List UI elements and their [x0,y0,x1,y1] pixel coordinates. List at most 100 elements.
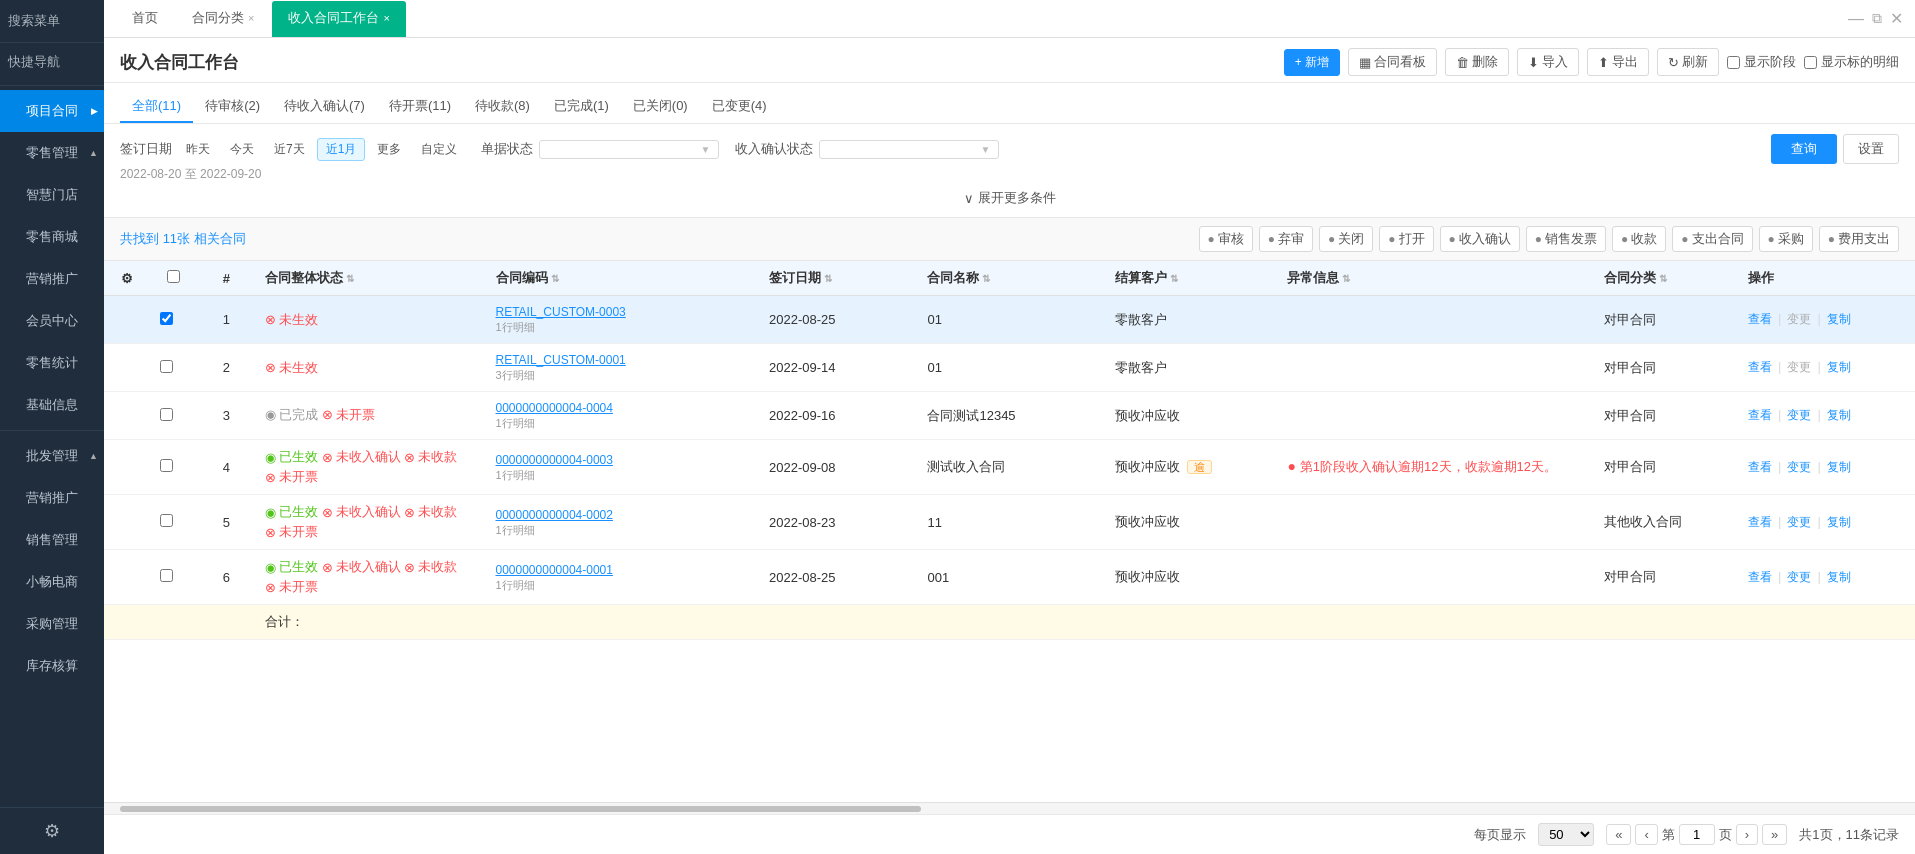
page-size-select[interactable]: 10 20 50 100 [1538,823,1594,846]
td-check-5[interactable] [150,495,198,550]
filter-tab-pending-review[interactable]: 待审核(2) [193,91,272,123]
horizontal-scrollbar[interactable] [104,802,1915,814]
copy-btn-5[interactable]: 复制 [1827,514,1851,531]
code-link-6[interactable]: 0000000000004-0001 [496,563,613,577]
refresh-button[interactable]: ↻ 刷新 [1657,48,1719,76]
sidebar-item-retail-mall[interactable]: 零售商城 [0,216,104,258]
edit-btn-2[interactable]: 变更 [1787,359,1811,376]
code-link-2[interactable]: RETAIL_CUSTOM-0001 [496,353,626,367]
sidebar-item-purchase-mgmt[interactable]: 采购管理 [0,603,104,645]
th-customer-sort[interactable]: 结算客户 ⇅ [1115,269,1178,287]
copy-btn-2[interactable]: 复制 [1827,359,1851,376]
th-name-sort[interactable]: 合同名称 ⇅ [927,269,990,287]
sales-invoice-button[interactable]: ● 销售发票 [1526,226,1606,252]
import-button[interactable]: ⬇ 导入 [1517,48,1579,76]
td-check-4[interactable] [150,440,198,495]
edit-btn-1[interactable]: 变更 [1787,311,1811,328]
row-checkbox-6[interactable] [160,569,173,582]
row-checkbox-5[interactable] [160,514,173,527]
code-link-1[interactable]: RETAIL_CUSTOM-0003 [496,305,626,319]
purchase-button[interactable]: ● 采购 [1759,226,1813,252]
td-check-1[interactable] [150,296,198,344]
tab-close-contract-category[interactable]: × [248,12,254,24]
view-btn-1[interactable]: 查看 [1748,311,1772,328]
last-page-button[interactable]: » [1762,824,1787,845]
th-code-sort[interactable]: 合同编码 ⇅ [496,269,559,287]
tab-contract-category[interactable]: 合同分类 × [176,1,270,37]
edit-btn-6[interactable]: 变更 [1787,569,1811,586]
view-btn-4[interactable]: 查看 [1748,459,1772,476]
td-check-6[interactable] [150,550,198,605]
page-number-input[interactable] [1679,824,1715,845]
td-check-3[interactable] [150,392,198,440]
sidebar-item-retail-stats[interactable]: 零售统计 [0,342,104,384]
income-confirm-select[interactable]: ▼ [819,140,999,159]
date-btn-today[interactable]: 今天 [222,139,262,160]
view-btn-3[interactable]: 查看 [1748,407,1772,424]
abandon-button[interactable]: ● 弃审 [1259,226,1313,252]
row-checkbox-3[interactable] [160,408,173,421]
sidebar-item-basic-info[interactable]: 基础信息 [0,384,104,426]
review-button[interactable]: ● 审核 [1199,226,1253,252]
th-error-sort[interactable]: 异常信息 ⇅ [1287,269,1350,287]
copy-btn-3[interactable]: 复制 [1827,407,1851,424]
edit-btn-5[interactable]: 变更 [1787,514,1811,531]
show-mark-checkbox-label[interactable]: 显示标的明细 [1804,53,1899,71]
close-window-icon[interactable]: ✕ [1890,9,1903,28]
income-confirm-button[interactable]: ● 收入确认 [1440,226,1520,252]
sidebar-item-project[interactable]: 项目合同 ▶ [0,90,104,132]
tab-income-contract[interactable]: 收入合同工作台 × [272,1,405,37]
fee-out-button[interactable]: ● 费用支出 [1819,226,1899,252]
export-button[interactable]: ⬆ 导出 [1587,48,1649,76]
minimize-icon[interactable]: — [1848,10,1864,28]
date-btn-custom[interactable]: 自定义 [413,139,465,160]
expense-out-button[interactable]: ● 支出合同 [1672,226,1752,252]
expand-conditions-button[interactable]: ∨ 展开更多条件 [964,189,1056,207]
date-btn-more[interactable]: 更多 [369,139,409,160]
tab-home[interactable]: 首页 [116,1,174,37]
filter-tab-closed[interactable]: 已关闭(0) [621,91,700,123]
td-check-2[interactable] [150,344,198,392]
sidebar-settings[interactable]: ⚙ [0,807,104,854]
th-status-sort[interactable]: 合同整体状态 ⇅ [265,269,354,287]
date-btn-7days[interactable]: 近7天 [266,139,313,160]
date-btn-yesterday[interactable]: 昨天 [178,139,218,160]
sidebar-quick-nav[interactable]: 快捷导航 [0,43,104,81]
document-status-select[interactable]: ▼ [539,140,719,159]
set-button[interactable]: 设置 [1843,134,1899,164]
maximize-icon[interactable]: ⧉ [1872,10,1882,27]
select-all-checkbox[interactable] [167,270,180,283]
sidebar-item-marketing[interactable]: 营销推广 [0,258,104,300]
filter-tab-pending-income-confirm[interactable]: 待收入确认(7) [272,91,377,123]
filter-tab-all[interactable]: 全部(11) [120,91,193,123]
sidebar-item-smart-store[interactable]: 智慧门店 [0,174,104,216]
query-button[interactable]: 查询 [1771,134,1837,164]
code-link-3[interactable]: 0000000000004-0004 [496,401,613,415]
view-btn-6[interactable]: 查看 [1748,569,1772,586]
row-checkbox-1[interactable] [160,312,173,325]
delete-button[interactable]: 🗑 删除 [1445,48,1509,76]
copy-btn-6[interactable]: 复制 [1827,569,1851,586]
edit-btn-4[interactable]: 变更 [1787,459,1811,476]
filter-tab-pending-payment[interactable]: 待收款(8) [463,91,542,123]
sidebar-item-sales-mgmt[interactable]: 销售管理 [0,519,104,561]
sidebar-item-retail-mgmt[interactable]: 零售管理 [0,132,104,174]
add-button[interactable]: + 新增 [1284,49,1340,76]
filter-tab-changed[interactable]: 已变更(4) [700,91,779,123]
show-phase-checkbox-label[interactable]: 显示阶段 [1727,53,1796,71]
next-page-button[interactable]: › [1736,824,1758,845]
view-btn-2[interactable]: 查看 [1748,359,1772,376]
sidebar-search[interactable]: 搜索菜单 [0,0,104,43]
sidebar-item-xiaochang[interactable]: 小畅电商 [0,561,104,603]
code-link-4[interactable]: 0000000000004-0003 [496,453,613,467]
filter-tab-pending-invoice[interactable]: 待开票(11) [377,91,463,123]
view-btn-5[interactable]: 查看 [1748,514,1772,531]
sidebar-item-stock[interactable]: 库存核算 [0,645,104,687]
code-link-5[interactable]: 0000000000004-0002 [496,508,613,522]
copy-btn-1[interactable]: 复制 [1827,311,1851,328]
th-category-sort[interactable]: 合同分类 ⇅ [1604,269,1667,287]
show-mark-checkbox[interactable] [1804,56,1817,69]
row-checkbox-4[interactable] [160,459,173,472]
copy-btn-4[interactable]: 复制 [1827,459,1851,476]
close-contract-button[interactable]: ● 关闭 [1319,226,1373,252]
